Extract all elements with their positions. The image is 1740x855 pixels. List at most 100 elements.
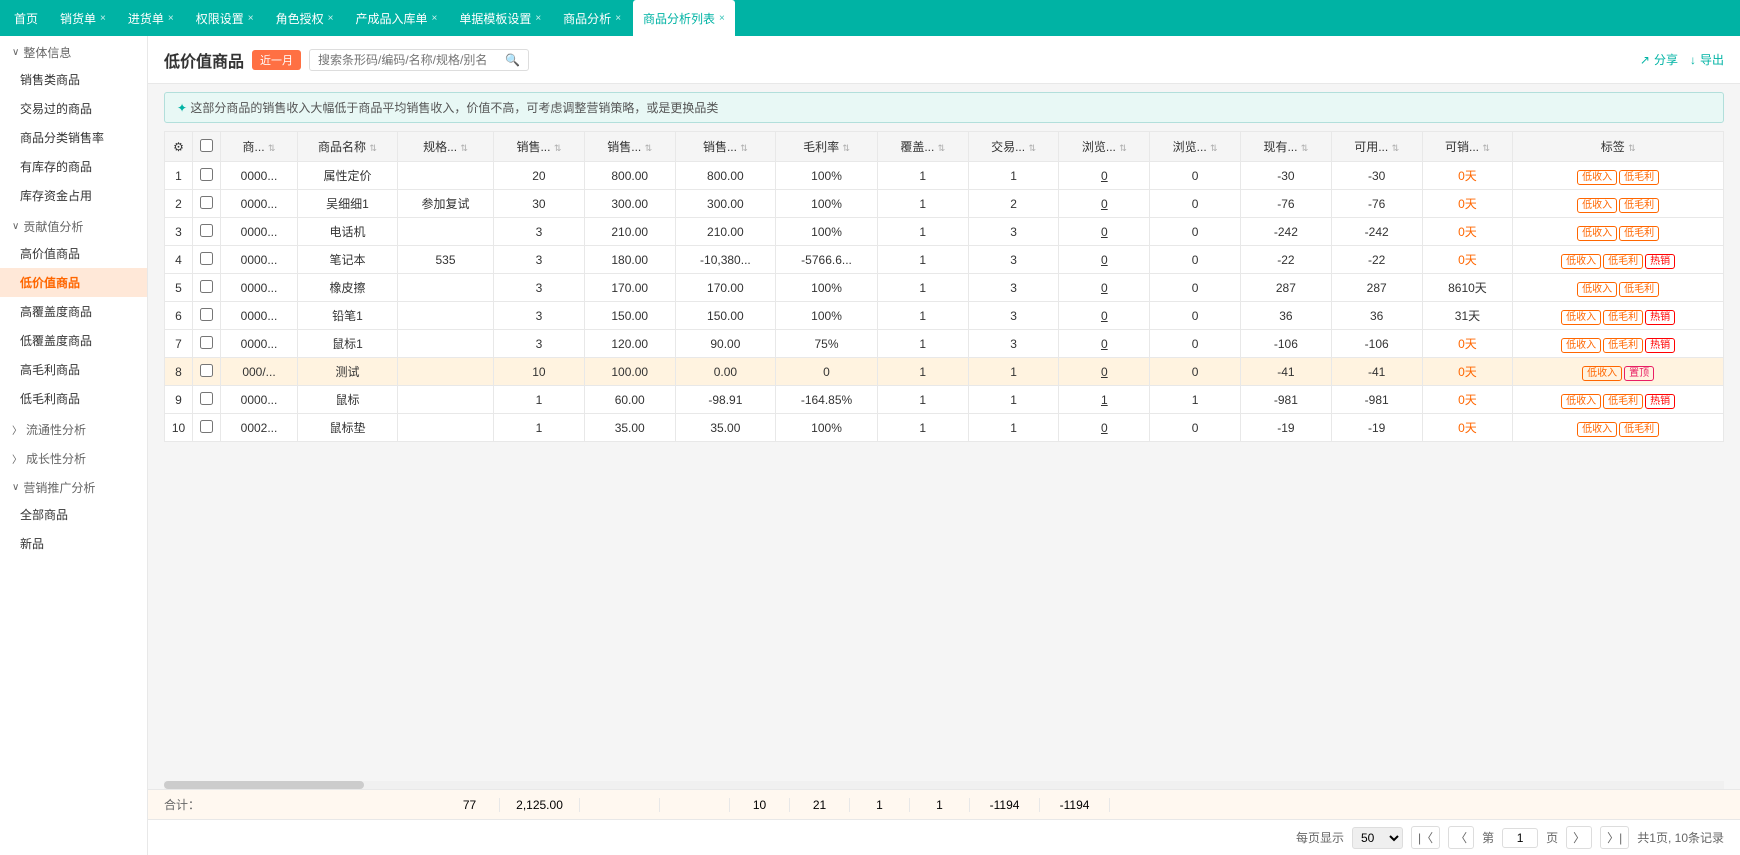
- view1-link[interactable]: 0: [1101, 281, 1108, 295]
- row-checkbox-cell[interactable]: [193, 274, 221, 302]
- row-checkbox-cell[interactable]: [193, 386, 221, 414]
- th-view1[interactable]: 浏览... ⇅: [1059, 132, 1150, 162]
- row-view1[interactable]: 0: [1059, 414, 1150, 442]
- share-button[interactable]: ↗ 分享: [1640, 51, 1678, 68]
- th-checkbox[interactable]: [193, 132, 221, 162]
- sidebar-group-contribution[interactable]: ∨ 贡献值分析: [0, 210, 147, 239]
- row-view1[interactable]: 0: [1059, 302, 1150, 330]
- nav-product-analysis-list[interactable]: 商品分析列表 ×: [633, 0, 735, 36]
- nav-finished-goods[interactable]: 产成品入库单 ×: [345, 0, 447, 36]
- th-amount[interactable]: 销售... ⇅: [675, 132, 776, 162]
- row-view1[interactable]: 0: [1059, 218, 1150, 246]
- th-price[interactable]: 销售... ⇅: [584, 132, 675, 162]
- nav-close-permissions[interactable]: ×: [248, 13, 254, 24]
- nav-close-product-analysis-list[interactable]: ×: [719, 13, 725, 24]
- sidebar-item-traded[interactable]: 交易过的商品: [0, 94, 147, 123]
- row-checkbox[interactable]: [200, 336, 213, 349]
- nav-close-finished-goods[interactable]: ×: [431, 13, 437, 24]
- th-available[interactable]: 可用... ⇅: [1331, 132, 1422, 162]
- th-view2[interactable]: 浏览... ⇅: [1150, 132, 1241, 162]
- nav-close-roles[interactable]: ×: [328, 13, 334, 24]
- row-view1[interactable]: 0: [1059, 358, 1150, 386]
- sidebar-item-low-value[interactable]: 低价值商品: [0, 268, 147, 297]
- view1-link[interactable]: 0: [1101, 169, 1108, 183]
- row-checkbox-cell[interactable]: [193, 330, 221, 358]
- row-checkbox[interactable]: [200, 364, 213, 377]
- row-checkbox-cell[interactable]: [193, 246, 221, 274]
- search-input[interactable]: [318, 53, 501, 67]
- sidebar-item-low-margin[interactable]: 低毛利商品: [0, 384, 147, 413]
- row-checkbox-cell[interactable]: [193, 218, 221, 246]
- scrollbar-thumb[interactable]: [164, 781, 364, 789]
- nav-template-settings[interactable]: 单据模板设置 ×: [449, 0, 551, 36]
- nav-product-analysis[interactable]: 商品分析 ×: [553, 0, 631, 36]
- sidebar-item-high-coverage[interactable]: 高覆盖度商品: [0, 297, 147, 326]
- nav-close-template-settings[interactable]: ×: [535, 13, 541, 24]
- sidebar-item-stock-funds[interactable]: 库存资金占用: [0, 181, 147, 210]
- nav-home[interactable]: 首页: [4, 0, 48, 36]
- th-qty[interactable]: 销售... ⇅: [494, 132, 585, 162]
- sidebar-group-overall[interactable]: ∨ 整体信息: [0, 36, 147, 65]
- row-view1[interactable]: 0: [1059, 246, 1150, 274]
- th-code[interactable]: 商... ⇅: [221, 132, 298, 162]
- sidebar-item-all-products[interactable]: 全部商品: [0, 500, 147, 529]
- view1-link[interactable]: 0: [1101, 197, 1108, 211]
- th-spec[interactable]: 规格... ⇅: [397, 132, 493, 162]
- export-button[interactable]: ↓ 导出: [1690, 51, 1724, 68]
- th-settings[interactable]: ⚙: [165, 132, 193, 162]
- nav-roles[interactable]: 角色授权 ×: [266, 0, 344, 36]
- row-view1[interactable]: 0: [1059, 330, 1150, 358]
- th-cover[interactable]: 覆盖... ⇅: [877, 132, 968, 162]
- view1-link[interactable]: 0: [1101, 337, 1108, 351]
- row-checkbox[interactable]: [200, 224, 213, 237]
- nav-sales-order[interactable]: 销货单 ×: [50, 0, 116, 36]
- row-view1[interactable]: 1: [1059, 386, 1150, 414]
- prev-page-button[interactable]: 〈: [1448, 826, 1474, 849]
- row-view1[interactable]: 0: [1059, 162, 1150, 190]
- row-checkbox[interactable]: [200, 392, 213, 405]
- row-checkbox[interactable]: [200, 280, 213, 293]
- sidebar-item-low-coverage[interactable]: 低覆盖度商品: [0, 326, 147, 355]
- horizontal-scrollbar[interactable]: [164, 781, 1724, 789]
- th-name[interactable]: 商品名称 ⇅: [297, 132, 397, 162]
- sidebar-group-marketing[interactable]: ∨ 营销推广分析: [0, 471, 147, 500]
- last-page-button[interactable]: 〉|: [1600, 826, 1629, 849]
- row-checkbox[interactable]: [200, 308, 213, 321]
- nav-purchase-order[interactable]: 进货单 ×: [118, 0, 184, 36]
- nav-permissions[interactable]: 权限设置 ×: [186, 0, 264, 36]
- view1-link[interactable]: 0: [1101, 253, 1108, 267]
- row-checkbox-cell[interactable]: [193, 162, 221, 190]
- th-saleable[interactable]: 可销... ⇅: [1422, 132, 1513, 162]
- th-trade[interactable]: 交易... ⇅: [968, 132, 1059, 162]
- sidebar-group-growth[interactable]: 〉 成长性分析: [0, 442, 147, 471]
- view1-link[interactable]: 0: [1101, 225, 1108, 239]
- th-margin[interactable]: 毛利率 ⇅: [776, 132, 878, 162]
- row-checkbox[interactable]: [200, 196, 213, 209]
- sidebar-group-liquidity[interactable]: 〉 流通性分析: [0, 413, 147, 442]
- row-checkbox-cell[interactable]: [193, 302, 221, 330]
- nav-close-product-analysis[interactable]: ×: [615, 13, 621, 24]
- select-all-checkbox[interactable]: [200, 139, 213, 152]
- row-checkbox[interactable]: [200, 168, 213, 181]
- nav-close-purchase-order[interactable]: ×: [168, 13, 174, 24]
- nav-close-sales-order[interactable]: ×: [100, 13, 106, 24]
- th-current[interactable]: 现有... ⇅: [1241, 132, 1332, 162]
- sidebar-item-sales-category[interactable]: 销售类商品: [0, 65, 147, 94]
- row-view1[interactable]: 0: [1059, 190, 1150, 218]
- first-page-button[interactable]: |〈: [1411, 826, 1440, 849]
- view1-link[interactable]: 0: [1101, 309, 1108, 323]
- row-checkbox-cell[interactable]: [193, 190, 221, 218]
- row-view1[interactable]: 0: [1059, 274, 1150, 302]
- th-tags[interactable]: 标签 ⇅: [1513, 132, 1724, 162]
- page-size-select[interactable]: 50 100 200: [1352, 827, 1403, 849]
- sidebar-item-has-stock[interactable]: 有库存的商品: [0, 152, 147, 181]
- view1-link[interactable]: 0: [1101, 421, 1108, 435]
- row-checkbox[interactable]: [200, 420, 213, 433]
- sidebar-item-high-value[interactable]: 高价值商品: [0, 239, 147, 268]
- next-page-button[interactable]: 〉: [1566, 826, 1592, 849]
- row-checkbox-cell[interactable]: [193, 414, 221, 442]
- filter-recent-month-button[interactable]: 近一月: [252, 50, 301, 70]
- view1-link[interactable]: 1: [1101, 393, 1108, 407]
- sidebar-item-category-rate[interactable]: 商品分类销售率: [0, 123, 147, 152]
- search-icon[interactable]: 🔍: [505, 53, 520, 67]
